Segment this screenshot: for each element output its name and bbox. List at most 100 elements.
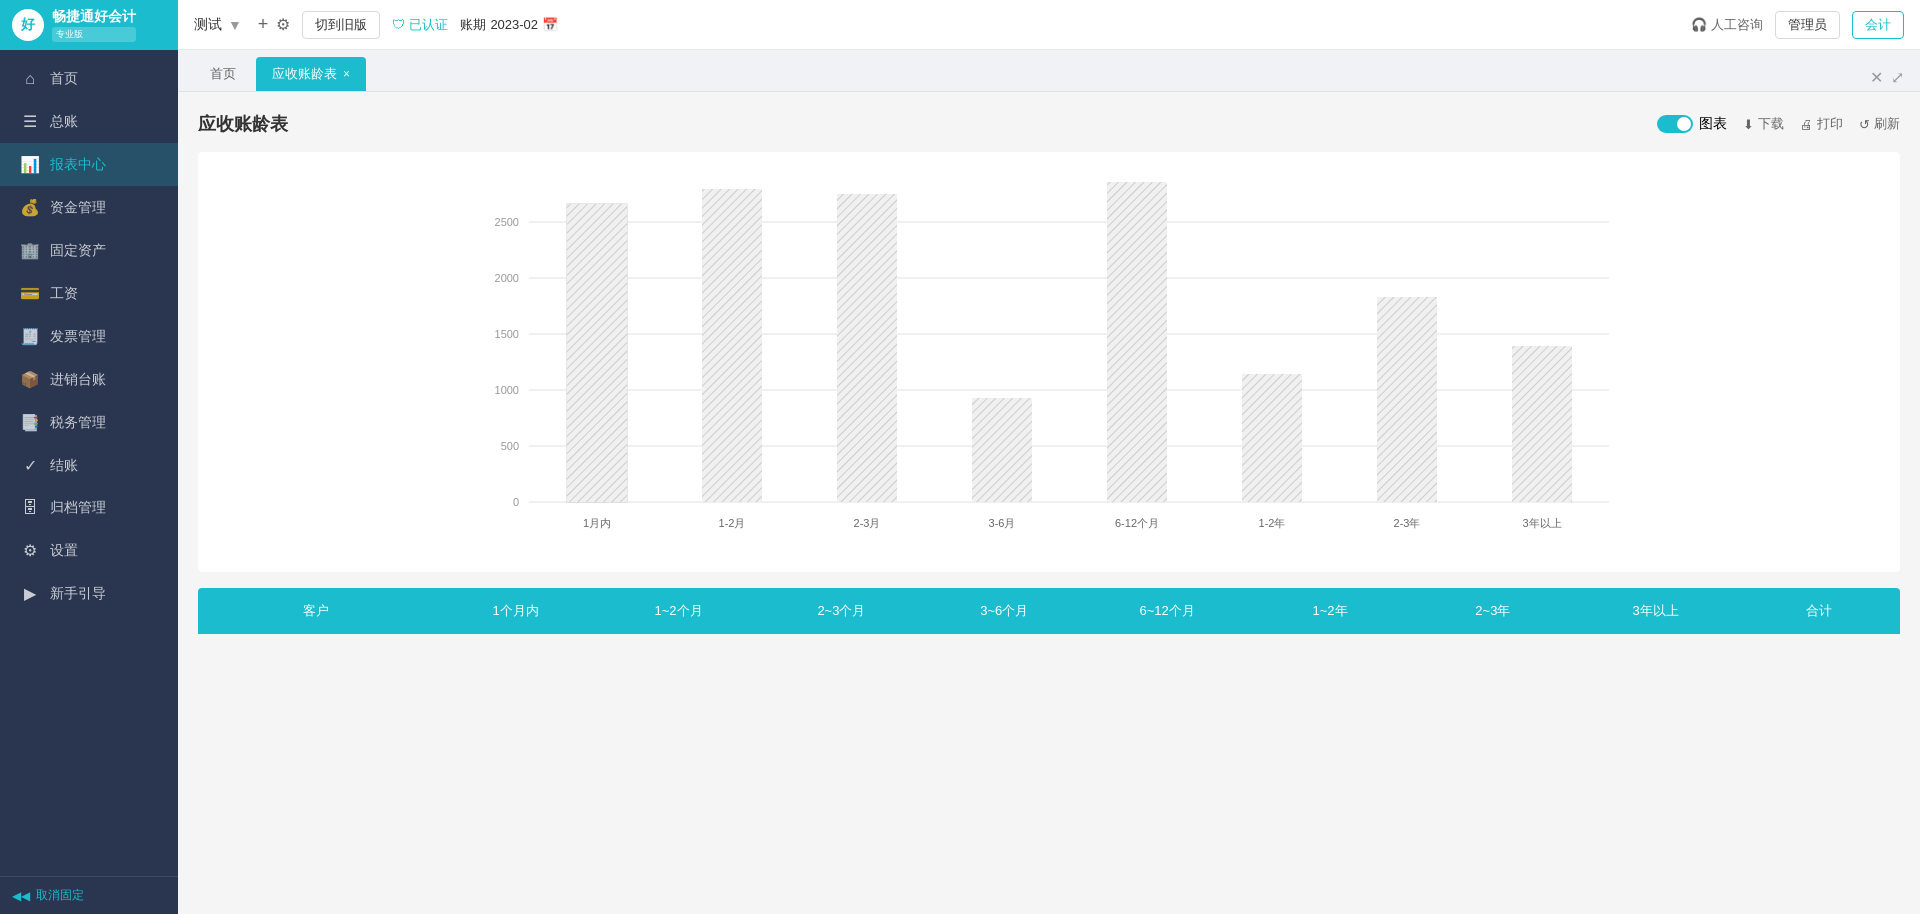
print-icon: 🖨 — [1800, 117, 1813, 132]
add-icon[interactable]: + — [258, 14, 269, 35]
sidebar-item-invoices[interactable]: 🧾 发票管理 — [0, 315, 178, 358]
assets-icon: 🏢 — [20, 241, 40, 260]
th-customer: 客户 — [198, 588, 434, 634]
ledger-icon: ☰ — [20, 112, 40, 131]
svg-text:1500: 1500 — [495, 328, 519, 340]
content-area: 应收账龄表 图表 ⬇ 下载 🖨 打印 ↺ 刷新 — [178, 92, 1920, 914]
service-button[interactable]: 🎧 人工咨询 — [1691, 16, 1763, 34]
pin-label: 取消固定 — [36, 887, 84, 904]
sidebar-item-label: 发票管理 — [50, 328, 106, 346]
sidebar-item-settings[interactable]: ⚙ 设置 — [0, 529, 178, 572]
tab-home-label: 首页 — [210, 65, 236, 83]
sidebar-item-archive[interactable]: 🗄 归档管理 — [0, 487, 178, 529]
topbar-right: 🎧 人工咨询 管理员 会计 — [1691, 11, 1904, 39]
chart-container: 0 500 1000 1500 2000 2500 — [198, 152, 1900, 572]
sidebar-logo: 好 畅捷通好会计 专业版 — [0, 0, 178, 50]
toggle-track[interactable] — [1657, 115, 1693, 133]
svg-text:6-12个月: 6-12个月 — [1115, 517, 1159, 529]
tax-icon: 📑 — [20, 413, 40, 432]
svg-text:1月内: 1月内 — [583, 517, 611, 529]
workspace-selector[interactable]: 测试 ▼ — [194, 16, 242, 34]
bar-fill-8 — [1512, 346, 1572, 502]
workspace-name: 测试 — [194, 16, 222, 34]
close-window-icon[interactable]: ✕ — [1870, 68, 1883, 87]
logo-text: 畅捷通好会计 — [52, 8, 136, 25]
th-3-6m: 3~6个月 — [923, 588, 1086, 634]
sidebar-item-closing[interactable]: ✓ 结账 — [0, 444, 178, 487]
sidebar-item-guide[interactable]: ▶ 新手引导 — [0, 572, 178, 615]
sidebar-item-label: 工资 — [50, 285, 78, 303]
download-button[interactable]: ⬇ 下载 — [1743, 115, 1784, 133]
svg-text:2-3月: 2-3月 — [854, 517, 881, 529]
th-1m: 1个月内 — [434, 588, 597, 634]
logo-badge: 专业版 — [52, 27, 136, 42]
shield-icon: 🛡 — [392, 17, 405, 32]
sidebar-item-inventory[interactable]: 📦 进销台账 — [0, 358, 178, 401]
tabs-bar: 首页 应收账龄表 × ✕ ⤢ — [178, 50, 1920, 92]
sidebar-item-label: 设置 — [50, 542, 78, 560]
bar-fill-3 — [837, 194, 897, 502]
switch-version-button[interactable]: 切到旧版 — [302, 11, 380, 39]
window-controls: ✕ ⤢ — [1870, 68, 1904, 91]
workspace-dropdown-icon[interactable]: ▼ — [228, 17, 242, 33]
reports-icon: 📊 — [20, 155, 40, 174]
bar-fill-1 — [567, 204, 627, 502]
invoices-icon: 🧾 — [20, 327, 40, 346]
bar-chart: 0 500 1000 1500 2000 2500 — [218, 172, 1880, 552]
guide-icon: ▶ — [20, 584, 40, 603]
expand-window-icon[interactable]: ⤢ — [1891, 68, 1904, 87]
payroll-icon: 💳 — [20, 284, 40, 303]
main-area: 测试 ▼ + ⚙ 切到旧版 🛡 已认证 账期 2023-02 📅 🎧 人工咨询 … — [178, 0, 1920, 914]
table-header: 客户 1个月内 1~2个月 2~3个月 3~6个月 6~12个月 1~2年 2~… — [198, 588, 1900, 634]
sidebar-item-label: 进销台账 — [50, 371, 106, 389]
archive-icon: 🗄 — [20, 499, 40, 517]
download-icon: ⬇ — [1743, 117, 1754, 132]
certified-badge: 🛡 已认证 — [392, 16, 448, 34]
sidebar-item-label: 新手引导 — [50, 585, 106, 603]
bar-fill-7 — [1377, 297, 1437, 502]
sidebar-item-payroll[interactable]: 💳 工资 — [0, 272, 178, 315]
sidebar-item-label: 结账 — [50, 457, 78, 475]
bar-fill-4 — [972, 398, 1032, 502]
gear-icon[interactable]: ⚙ — [276, 15, 290, 34]
sidebar-item-label: 税务管理 — [50, 414, 106, 432]
svg-text:3年以上: 3年以上 — [1522, 517, 1561, 529]
tab-close-icon[interactable]: × — [343, 67, 350, 81]
user-button[interactable]: 管理员 — [1775, 11, 1840, 39]
refresh-button[interactable]: ↺ 刷新 — [1859, 115, 1900, 133]
tab-aging-label: 应收账龄表 — [272, 65, 337, 83]
pin-icon: ◀◀ — [12, 889, 30, 903]
report-header: 应收账龄表 图表 ⬇ 下载 🖨 打印 ↺ 刷新 — [198, 112, 1900, 136]
calendar-icon[interactable]: 📅 — [542, 17, 558, 32]
bar-fill-5 — [1107, 182, 1167, 502]
th-total: 合计 — [1737, 588, 1900, 634]
sidebar-pin-toggle[interactable]: ◀◀ 取消固定 — [0, 876, 178, 914]
sidebar-item-reports[interactable]: 📊 报表中心 — [0, 143, 178, 186]
sidebar-item-ledger[interactable]: ☰ 总账 — [0, 100, 178, 143]
sidebar-item-funds[interactable]: 💰 资金管理 — [0, 186, 178, 229]
refresh-icon: ↺ — [1859, 117, 1870, 132]
sidebar-item-label: 总账 — [50, 113, 78, 131]
tab-aging[interactable]: 应收账龄表 × — [256, 57, 366, 91]
sidebar-item-label: 固定资产 — [50, 242, 106, 260]
role-button[interactable]: 会计 — [1852, 11, 1904, 39]
bar-fill-2 — [702, 189, 762, 502]
chart-toggle[interactable]: 图表 — [1657, 115, 1727, 133]
chart-toggle-label: 图表 — [1699, 115, 1727, 133]
svg-text:500: 500 — [501, 440, 519, 452]
sidebar-item-label: 归档管理 — [50, 499, 106, 517]
sidebar-item-tax[interactable]: 📑 税务管理 — [0, 401, 178, 444]
tab-home[interactable]: 首页 — [194, 57, 252, 91]
sidebar-nav: ⌂ 首页 ☰ 总账 📊 报表中心 💰 资金管理 🏢 固定资产 💳 工资 🧾 发票… — [0, 50, 178, 876]
svg-text:2-3年: 2-3年 — [1394, 517, 1421, 529]
sidebar-item-assets[interactable]: 🏢 固定资产 — [0, 229, 178, 272]
report-title: 应收账龄表 — [198, 112, 288, 136]
sidebar-item-label: 报表中心 — [50, 156, 106, 174]
sidebar: 好 畅捷通好会计 专业版 ⌂ 首页 ☰ 总账 📊 报表中心 💰 资金管理 🏢 固… — [0, 0, 178, 914]
inventory-icon: 📦 — [20, 370, 40, 389]
logo-icon: 好 — [12, 9, 44, 41]
print-button[interactable]: 🖨 打印 — [1800, 115, 1843, 133]
report-actions: 图表 ⬇ 下载 🖨 打印 ↺ 刷新 — [1657, 115, 1900, 133]
sidebar-item-home[interactable]: ⌂ 首页 — [0, 58, 178, 100]
period-display: 账期 2023-02 📅 — [460, 16, 558, 34]
